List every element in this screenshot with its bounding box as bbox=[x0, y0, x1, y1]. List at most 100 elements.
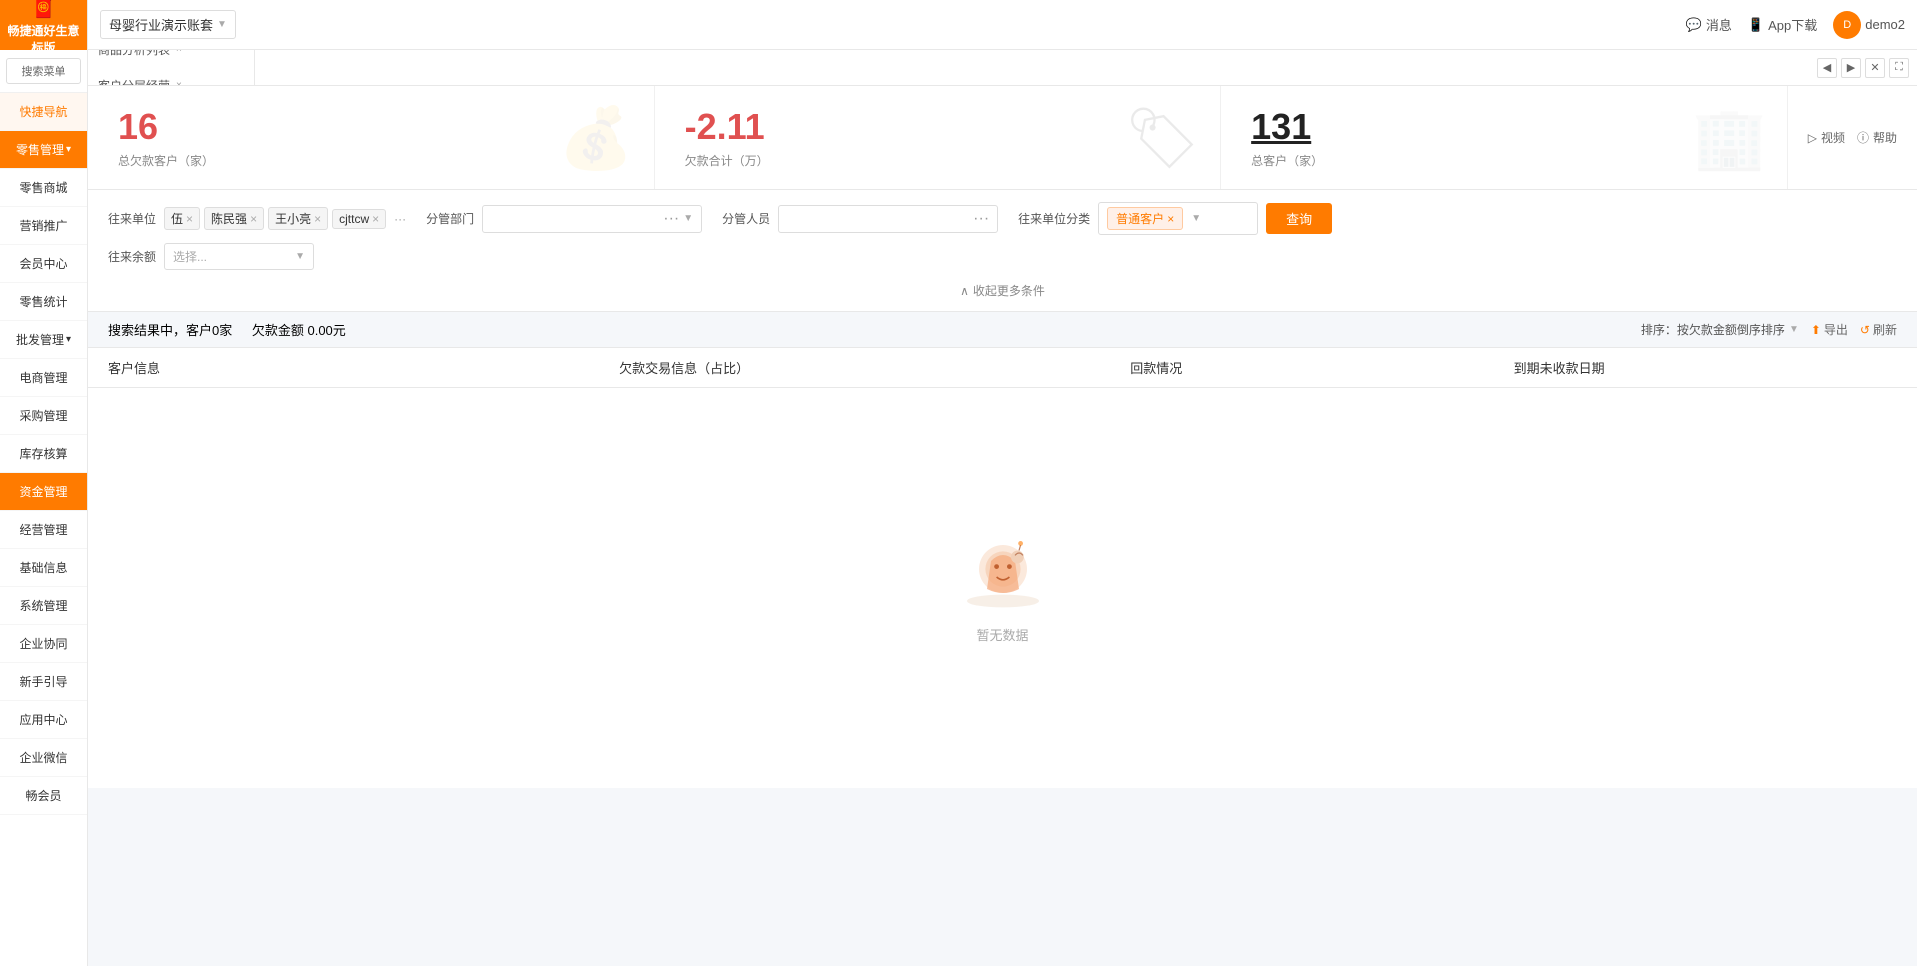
sidebar: 🧧 畅捷通好生意 标版 搜索菜单 快捷导航 零售管理▾零售商城营销推广会员中心零… bbox=[0, 0, 88, 966]
help-btn[interactable]: ⓘ 帮助 bbox=[1857, 129, 1897, 146]
balance-filter-label: 往来余额 bbox=[108, 248, 156, 265]
tab-prev-btn[interactable]: ◀ bbox=[1817, 58, 1837, 78]
stat-card-customers: 16 总欠款客户（家） 💰 bbox=[88, 86, 655, 189]
filter-row-2: 往来余额 选择... ▼ bbox=[108, 243, 1897, 270]
filter-tag: 陈民强 × bbox=[204, 207, 264, 230]
message-icon: 💬 bbox=[1686, 17, 1702, 33]
tabs-container: 首页客户账本×采购订单统计表×进货单统计表（按商品）×产成品入库单×商品分析×商… bbox=[88, 50, 255, 86]
dept-dots: ··· bbox=[663, 210, 679, 228]
topbar-left: 母婴行业演示账套 ▼ bbox=[100, 10, 236, 39]
tab-label-product-analysis-list: 商品分析列表 bbox=[98, 50, 170, 58]
query-button[interactable]: 查询 bbox=[1266, 203, 1332, 234]
sidebar-item-inventory-check[interactable]: 库存核算 bbox=[0, 435, 87, 473]
sidebar-item-wholesale-mgmt[interactable]: 批发管理▾ bbox=[0, 321, 87, 359]
user-label: demo2 bbox=[1865, 17, 1905, 32]
unit-type-chevron-icon: ▼ bbox=[1191, 213, 1201, 224]
sidebar-nav: 零售管理▾零售商城营销推广会员中心零售统计批发管理▾电商管理采购管理库存核算资金… bbox=[0, 131, 87, 815]
video-icon: ▷ bbox=[1808, 131, 1817, 145]
results-actions: 排序：按欠款金额倒序排序 ▼ ⬆ 导出 ↺ 刷新 bbox=[1641, 321, 1897, 338]
video-label: 视频 bbox=[1821, 129, 1845, 146]
stat-bg-icon-debt: 🏷 bbox=[1124, 102, 1200, 173]
sidebar-item-ecommerce-mgmt[interactable]: 电商管理 bbox=[0, 359, 87, 397]
sidebar-item-system-mgmt[interactable]: 系统管理 bbox=[0, 587, 87, 625]
logo-icon: 🧧 bbox=[31, 0, 56, 20]
col-debt-info: 欠款交易信息（占比） bbox=[619, 358, 1130, 377]
help-label: 帮助 bbox=[1873, 129, 1897, 146]
download-icon: 📱 bbox=[1748, 17, 1764, 33]
stat-actions: ▷ 视频 ⓘ 帮助 bbox=[1788, 86, 1917, 189]
refresh-icon: ↺ bbox=[1860, 323, 1870, 337]
filter-tag-close[interactable]: × bbox=[314, 212, 321, 226]
tab-product-analysis-list[interactable]: 商品分析列表 × bbox=[88, 50, 255, 68]
sidebar-item-enterprise-collab[interactable]: 企业协同 bbox=[0, 625, 87, 663]
export-label: 导出 bbox=[1824, 321, 1848, 338]
table-body: 暂无数据 bbox=[88, 388, 1917, 788]
tab-fullscreen-btn[interactable]: ⛶ bbox=[1889, 58, 1909, 78]
filter-tag-close[interactable]: × bbox=[186, 212, 193, 226]
sidebar-search-section: 搜索菜单 bbox=[0, 50, 87, 93]
app-download-label: App下载 bbox=[1768, 15, 1817, 34]
table-area: 客户信息 欠款交易信息（占比） 回款情况 到期未收款日期 bbox=[88, 348, 1917, 788]
account-selector[interactable]: 母婴行业演示账套 ▼ bbox=[100, 10, 236, 39]
sidebar-item-retail-stats[interactable]: 零售统计 bbox=[0, 283, 87, 321]
sidebar-logo: 🧧 畅捷通好生意 标版 bbox=[0, 0, 87, 50]
sort-label: 排序：按欠款金额倒序排序 bbox=[1641, 321, 1785, 338]
refresh-label: 刷新 bbox=[1873, 321, 1897, 338]
tab-close-all-btn[interactable]: ✕ bbox=[1865, 58, 1885, 78]
sidebar-item-quick-nav[interactable]: 快捷导航 bbox=[0, 93, 87, 131]
stat-label-debt: 欠款合计（万） bbox=[685, 152, 1191, 169]
collapse-icon: ∧ bbox=[960, 284, 969, 298]
tab-close-product-analysis-list[interactable]: × bbox=[174, 50, 184, 56]
debt-amount: 欠款金额 0.00元 bbox=[252, 323, 346, 338]
empty-text: 暂无数据 bbox=[976, 625, 1028, 644]
tab-next-btn[interactable]: ▶ bbox=[1841, 58, 1861, 78]
message-btn[interactable]: 💬 消息 bbox=[1686, 15, 1732, 34]
unit-type-filter-label: 往来单位分类 bbox=[1018, 210, 1090, 227]
user-profile[interactable]: D demo2 bbox=[1833, 11, 1905, 39]
collapse-btn[interactable]: ∧ 收起更多条件 bbox=[108, 278, 1897, 299]
sidebar-item-finance-mgmt[interactable]: 资金管理 bbox=[0, 473, 87, 511]
filter-row-1: 往来单位 伍 ×陈民强 ×王小亮 ×cjttcw × ··· 分管部门 ··· … bbox=[108, 202, 1897, 235]
unit-type-tag: 普通客户 × bbox=[1107, 207, 1183, 230]
unit-type-select[interactable]: 普通客户 × ▼ bbox=[1098, 202, 1258, 235]
balance-placeholder: 选择... bbox=[173, 248, 291, 265]
export-btn[interactable]: ⬆ 导出 bbox=[1811, 321, 1848, 338]
sidebar-item-member-center[interactable]: 会员中心 bbox=[0, 245, 87, 283]
sidebar-item-app-center[interactable]: 应用中心 bbox=[0, 701, 87, 739]
sidebar-item-new-guide[interactable]: 新手引导 bbox=[0, 663, 87, 701]
sidebar-item-purchase-mgmt[interactable]: 采购管理 bbox=[0, 397, 87, 435]
main-area: 母婴行业演示账套 ▼ 💬 消息 📱 App下载 D demo2 首页客户账本×采… bbox=[88, 0, 1917, 966]
tab-label-customer-tier: 客户分层经营 bbox=[98, 77, 170, 86]
sidebar-item-member[interactable]: 畅会员 bbox=[0, 777, 87, 815]
quick-nav-label: 快捷导航 bbox=[19, 105, 67, 119]
sidebar-item-marketing[interactable]: 营销推广 bbox=[0, 207, 87, 245]
search-count: 搜索结果中，客户0家 bbox=[108, 323, 232, 338]
avatar-text: D bbox=[1843, 19, 1851, 31]
avatar: D bbox=[1833, 11, 1861, 39]
filter-more-btn[interactable]: ··· bbox=[394, 212, 406, 226]
message-label: 消息 bbox=[1706, 15, 1732, 34]
sidebar-item-basic-info[interactable]: 基础信息 bbox=[0, 549, 87, 587]
dept-chevron-icon: ▼ bbox=[683, 213, 693, 224]
app-download-btn[interactable]: 📱 App下载 bbox=[1748, 15, 1817, 34]
refresh-btn[interactable]: ↺ 刷新 bbox=[1860, 321, 1897, 338]
col-payment: 回款情况 bbox=[1130, 358, 1513, 377]
filter-tag-close[interactable]: × bbox=[372, 212, 379, 226]
sidebar-item-business-mgmt[interactable]: 经营管理 bbox=[0, 511, 87, 549]
dept-select[interactable]: ··· ▼ bbox=[482, 205, 702, 233]
video-btn[interactable]: ▷ 视频 bbox=[1808, 129, 1845, 146]
filter-tag-close[interactable]: × bbox=[250, 212, 257, 226]
person-select[interactable]: ··· bbox=[778, 205, 998, 233]
stat-value-debt: -2.11 bbox=[685, 106, 1191, 148]
sidebar-item-enterprise-wechat[interactable]: 企业微信 bbox=[0, 739, 87, 777]
sort-select[interactable]: 排序：按欠款金额倒序排序 ▼ bbox=[1641, 321, 1799, 338]
unit-type-tag-close[interactable]: × bbox=[1167, 212, 1174, 226]
sidebar-item-retail-mall[interactable]: 零售商城 bbox=[0, 169, 87, 207]
balance-select[interactable]: 选择... ▼ bbox=[164, 243, 314, 270]
tab-customer-tier[interactable]: 客户分层经营× bbox=[88, 68, 255, 87]
filter-area: 往来单位 伍 ×陈民强 ×王小亮 ×cjttcw × ··· 分管部门 ··· … bbox=[88, 190, 1917, 312]
sidebar-item-retail-mgmt[interactable]: 零售管理▾ bbox=[0, 131, 87, 169]
search-menu-button[interactable]: 搜索菜单 bbox=[6, 58, 81, 84]
stat-label-total: 总客户（家） bbox=[1251, 152, 1757, 169]
results-bar: 搜索结果中，客户0家 欠款金额 0.00元 排序：按欠款金额倒序排序 ▼ ⬆ 导… bbox=[88, 312, 1917, 348]
